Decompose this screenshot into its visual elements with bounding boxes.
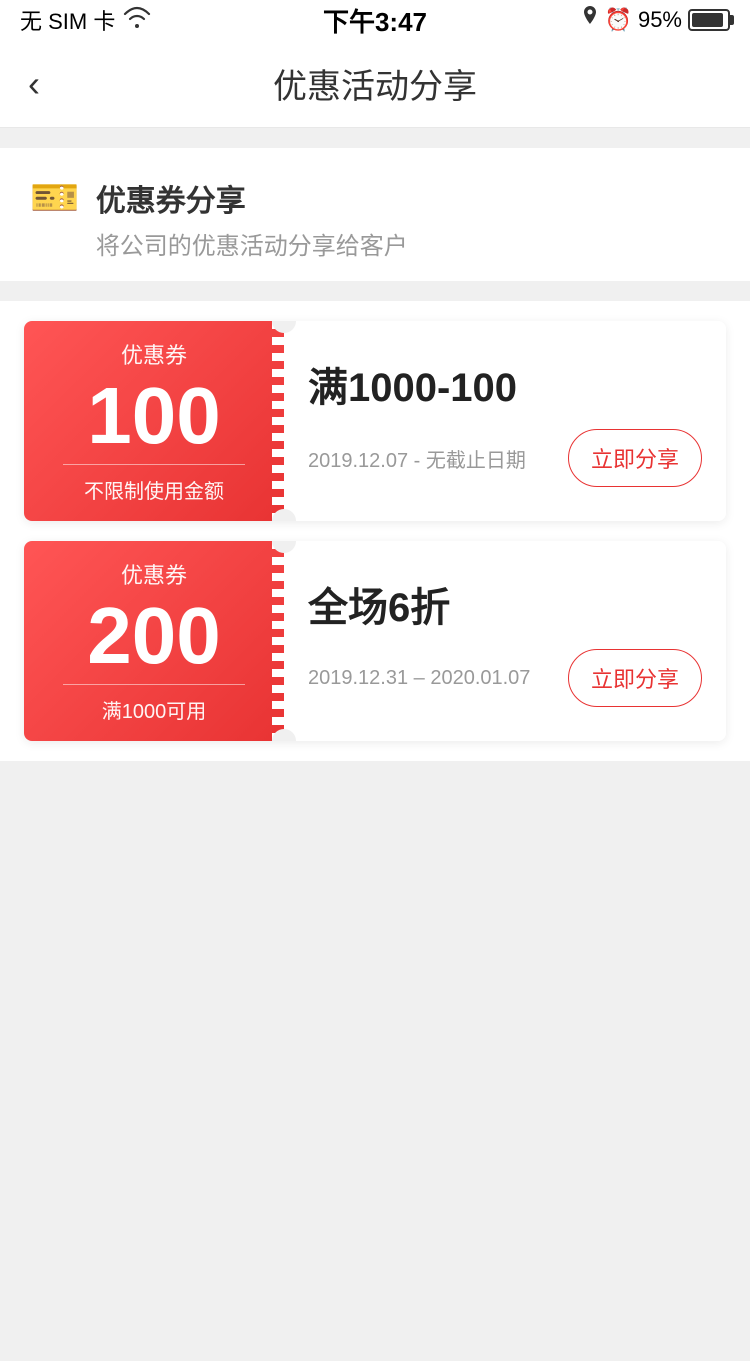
coupon-amount: 200 — [87, 596, 220, 676]
battery-percent: 95% — [638, 7, 682, 33]
coupon-card: 优惠券 100 不限制使用金额 满1000-100 2019.12.07 - 无… — [24, 321, 726, 521]
coupon-name: 全场6折 — [308, 575, 702, 633]
section-text: 优惠券分享 将公司的优惠活动分享给客户 — [96, 176, 408, 261]
coupon-divider — [63, 684, 245, 685]
section-header: 🎫 优惠券分享 将公司的优惠活动分享给客户 — [0, 148, 750, 281]
wifi-icon — [123, 6, 151, 34]
coupon-condition: 不限制使用金额 — [84, 475, 224, 504]
page-title: 优惠活动分享 — [273, 59, 477, 108]
coupon-condition: 满1000可用 — [102, 695, 207, 724]
coupon-footer: 2019.12.31 – 2020.01.07 立即分享 — [308, 649, 702, 707]
back-button[interactable]: ‹ — [28, 63, 40, 105]
coupon-divider — [63, 464, 245, 465]
coupon-notch-top — [272, 541, 296, 553]
coupon-left-1: 优惠券 200 满1000可用 — [24, 541, 284, 741]
status-time: 下午3:47 — [323, 2, 427, 39]
coupon-label: 优惠券 — [121, 558, 187, 590]
carrier-text: 无 SIM 卡 — [20, 4, 115, 36]
coupon-label: 优惠券 — [121, 338, 187, 370]
empty-area — [0, 761, 750, 1361]
nav-bar: ‹ 优惠活动分享 — [0, 40, 750, 128]
location-icon — [581, 6, 599, 34]
coupon-notch-top — [272, 321, 296, 333]
coupon-notch-bottom — [272, 729, 296, 741]
coupon-footer: 2019.12.07 - 无截止日期 立即分享 — [308, 429, 702, 487]
alarm-icon: ⏰ — [605, 7, 632, 33]
coupon-notch-bottom — [272, 509, 296, 521]
coupon-list: 优惠券 100 不限制使用金额 满1000-100 2019.12.07 - 无… — [0, 301, 750, 761]
status-bar: 无 SIM 卡 下午3:47 ⏰ 95% — [0, 0, 750, 40]
coupon-card: 优惠券 200 满1000可用 全场6折 2019.12.31 – 2020.0… — [24, 541, 726, 741]
coupon-name: 满1000-100 — [308, 355, 702, 413]
coupon-icon: 🎫 — [30, 178, 80, 218]
status-right: ⏰ 95% — [581, 6, 730, 34]
coupon-right-0: 满1000-100 2019.12.07 - 无截止日期 立即分享 — [284, 321, 726, 521]
battery-icon — [688, 9, 730, 31]
coupon-amount: 100 — [87, 376, 220, 456]
share-button[interactable]: 立即分享 — [568, 649, 702, 707]
coupon-date: 2019.12.31 – 2020.01.07 — [308, 667, 568, 690]
share-button[interactable]: 立即分享 — [568, 429, 702, 487]
coupon-date: 2019.12.07 - 无截止日期 — [308, 444, 568, 473]
coupon-right-1: 全场6折 2019.12.31 – 2020.01.07 立即分享 — [284, 541, 726, 741]
coupon-left-0: 优惠券 100 不限制使用金额 — [24, 321, 284, 521]
status-left: 无 SIM 卡 — [20, 4, 151, 36]
section-title: 优惠券分享 — [96, 176, 408, 220]
section-subtitle: 将公司的优惠活动分享给客户 — [96, 226, 408, 261]
